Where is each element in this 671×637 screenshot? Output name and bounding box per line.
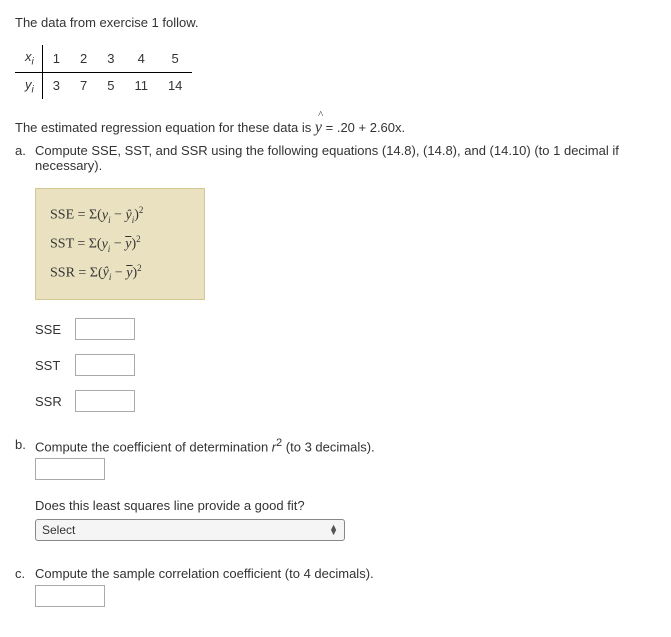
sst-row: SST: [35, 354, 656, 376]
y-label: yi: [15, 72, 42, 99]
y-cell: 3: [42, 72, 70, 99]
ssr-row: SSR: [35, 390, 656, 412]
question-a-text: Compute SSE, SST, and SSR using the foll…: [35, 143, 656, 173]
x-cell: 2: [70, 45, 97, 72]
sse-input[interactable]: [75, 318, 135, 340]
x-label: xi: [15, 45, 42, 72]
formula-box: SSE = Σ(yi − ŷi)2 SST = Σ(yi − y)2 SSR =…: [35, 188, 205, 300]
regression-equation: The estimated regression equation for th…: [15, 119, 656, 137]
sse-label: SSE: [35, 322, 75, 337]
ssr-input[interactable]: [75, 390, 135, 412]
y-cell: 5: [97, 72, 124, 99]
sst-input[interactable]: [75, 354, 135, 376]
letter-c: c.: [15, 566, 35, 607]
letter-b: b.: [15, 437, 35, 541]
select-label: Select: [42, 523, 75, 537]
y-cell: 14: [158, 72, 192, 99]
x-cell: 3: [97, 45, 124, 72]
formula-sst: SST = Σ(yi − y)2: [50, 230, 190, 259]
x-cell: 1: [42, 45, 70, 72]
x-cell: 5: [158, 45, 192, 72]
data-table: xi 1 2 3 4 5 yi 3 7 5 11 14: [15, 45, 192, 99]
sse-row: SSE: [35, 318, 656, 340]
fit-question: Does this least squares line provide a g…: [35, 498, 656, 513]
x-cell: 4: [124, 45, 158, 72]
question-c-text: Compute the sample correlation coefficie…: [35, 566, 656, 607]
y-cell: 7: [70, 72, 97, 99]
select-arrows-icon: ▲▼: [329, 525, 338, 535]
formula-sse: SSE = Σ(yi − ŷi)2: [50, 201, 190, 230]
y-cell: 11: [124, 72, 158, 99]
correlation-input[interactable]: [35, 585, 105, 607]
intro-text: The data from exercise 1 follow.: [15, 15, 656, 30]
formula-ssr: SSR = Σ(ŷi − y)2: [50, 259, 190, 288]
question-c: c. Compute the sample correlation coeffi…: [15, 566, 656, 607]
fit-select[interactable]: Select ▲▼: [35, 519, 345, 541]
letter-a: a.: [15, 143, 35, 173]
question-a: a. Compute SSE, SST, and SSR using the f…: [15, 143, 656, 173]
r-squared-input[interactable]: [35, 458, 105, 480]
ssr-label: SSR: [35, 394, 75, 409]
question-b: b. Compute the coefficient of determinat…: [15, 437, 656, 541]
sst-label: SST: [35, 358, 75, 373]
question-b-text: Compute the coefficient of determination…: [35, 437, 656, 541]
